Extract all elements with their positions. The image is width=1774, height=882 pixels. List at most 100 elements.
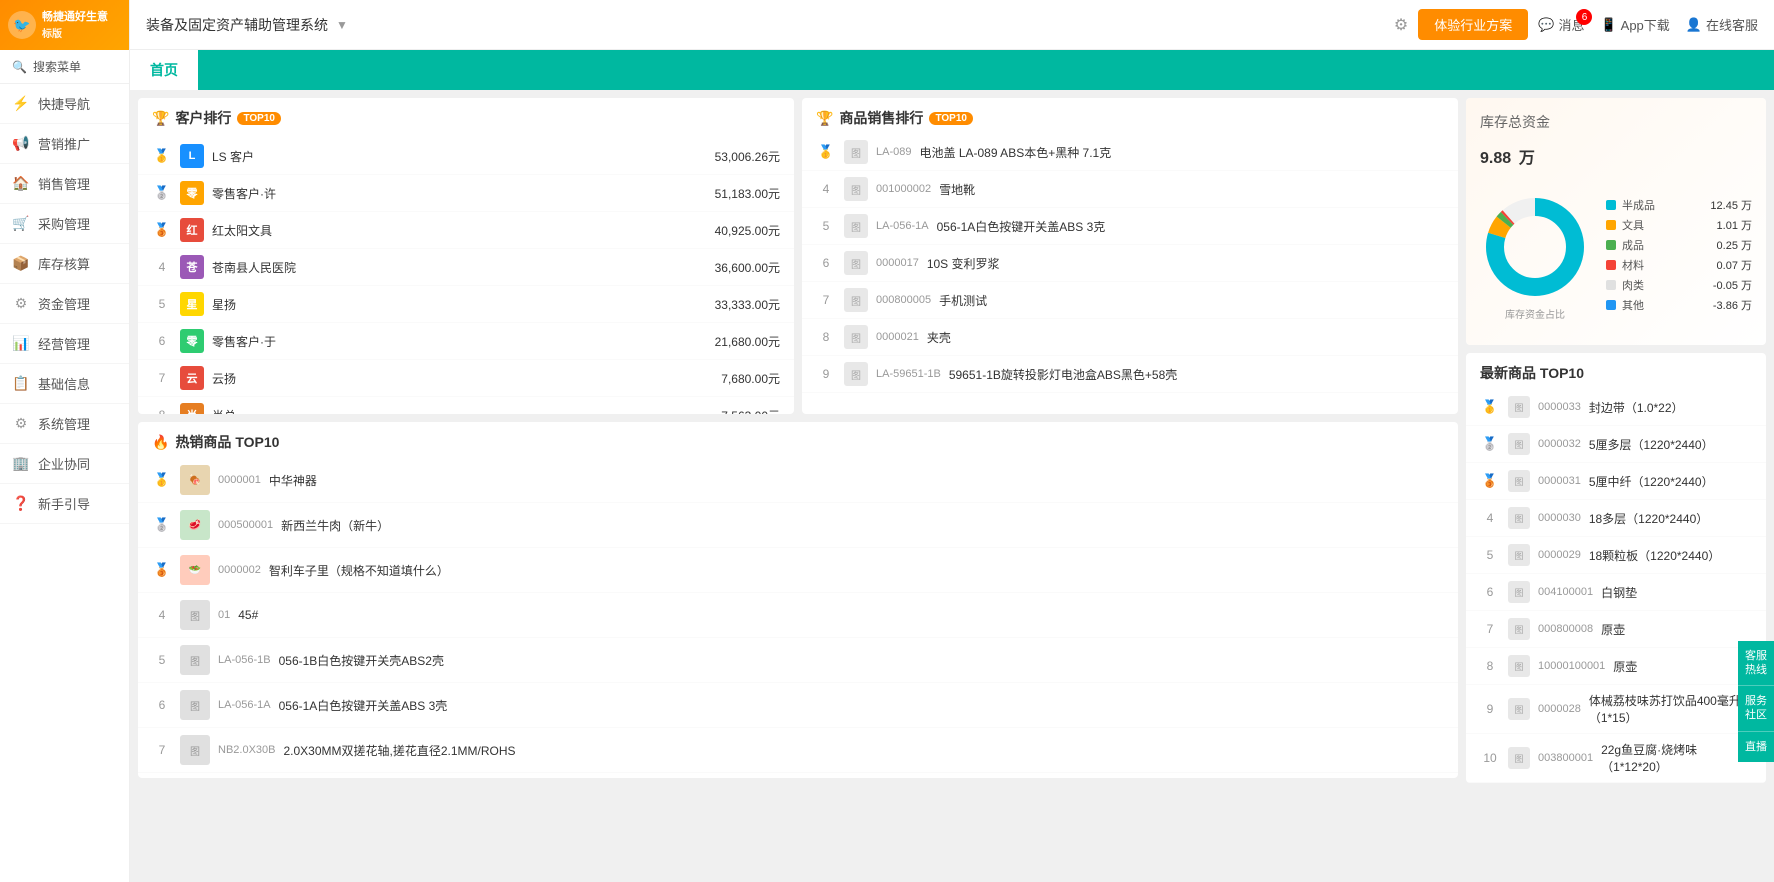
product-name: 封边带（1.0*22） bbox=[1589, 399, 1752, 416]
rank-number: 6 bbox=[152, 334, 172, 348]
sidebar-item-enterprise[interactable]: 🏢 企业协同 bbox=[0, 444, 129, 484]
live-button[interactable]: 直播 bbox=[1738, 732, 1774, 762]
customer-service-button[interactable]: 客服热线 bbox=[1738, 641, 1774, 687]
system-title-text: 装备及固定资产辅助管理系统 bbox=[146, 15, 328, 35]
customer-amount: 33,333.00元 bbox=[715, 296, 780, 313]
rank-3-icon: 🥉 bbox=[152, 560, 172, 580]
product-name: 5厘多层（1220*2440） bbox=[1589, 436, 1752, 453]
hot-products-list: 🥇 🍖 0000001 中华神器 🥈 🥩 000500001 新西兰牛肉（新牛）… bbox=[138, 458, 1458, 778]
sidebar-item-quick-nav[interactable]: ⚡ 快捷导航 bbox=[0, 84, 129, 124]
rank-3-icon: 🥉 bbox=[1480, 471, 1500, 491]
sidebar-item-marketing[interactable]: 📢 营销推广 bbox=[0, 124, 129, 164]
product-image: 图 bbox=[844, 177, 868, 201]
rank-number: 9 bbox=[816, 367, 836, 381]
product-image: 🥩 bbox=[180, 510, 210, 540]
sidebar-item-label: 系统管理 bbox=[38, 414, 90, 433]
customer-name: 云扬 bbox=[212, 370, 713, 387]
legend-label: 材料 bbox=[1622, 257, 1644, 273]
tab-home[interactable]: 首页 bbox=[130, 50, 198, 90]
hot-products-title: 🔥 热销商品 TOP10 bbox=[138, 422, 1458, 458]
legend-item: 肉类 -0.05 万 bbox=[1606, 277, 1752, 293]
online-service-button[interactable]: 👤 在线客服 bbox=[1686, 15, 1758, 34]
legend-dot bbox=[1606, 220, 1616, 230]
table-row: 8 图 0000021 夹壳 bbox=[802, 319, 1458, 356]
sidebar-item-purchase[interactable]: 🛒 采购管理 bbox=[0, 204, 129, 244]
sidebar-item-finance[interactable]: ⚙ 资金管理 bbox=[0, 284, 129, 324]
legend-item: 半成品 12.45 万 bbox=[1606, 197, 1752, 213]
customer-ranking-label: 客户排行 bbox=[175, 108, 231, 128]
sidebar: 🐦 畅捷通好生意 标版 🔍 搜索菜单 ⚡ 快捷导航 📢 营销推广 🏠 销售管理 … bbox=[0, 0, 130, 882]
customer-amount: 7,563.00元 bbox=[721, 407, 780, 415]
sidebar-item-system[interactable]: ⚙ 系统管理 bbox=[0, 404, 129, 444]
settings-icon[interactable]: ⚙ bbox=[1394, 15, 1408, 35]
table-row: 4 图 001000002 雪地靴 bbox=[802, 171, 1458, 208]
product-image: 图 bbox=[180, 645, 210, 675]
operation-icon: 📊 bbox=[12, 335, 30, 353]
list-item: 🥈 图 0000032 5厘多层（1220*2440） bbox=[1466, 426, 1766, 463]
quick-nav-icon: ⚡ bbox=[12, 95, 30, 113]
product-name: 夹壳 bbox=[927, 329, 1444, 346]
avatar: 星 bbox=[180, 292, 204, 316]
sidebar-item-sales[interactable]: 🏠 销售管理 bbox=[0, 164, 129, 204]
avatar: 苍 bbox=[180, 255, 204, 279]
rank-number: 7 bbox=[152, 371, 172, 385]
product-code: 10000100001 bbox=[1538, 660, 1605, 672]
product-name: 智利车子里（规格不知道填什么） bbox=[269, 562, 1444, 579]
list-item: 8 图 10000100001 原壶 bbox=[1466, 648, 1766, 685]
search-menu[interactable]: 🔍 搜索菜单 bbox=[0, 50, 129, 84]
notification-badge: 6 bbox=[1576, 9, 1592, 25]
product-name: 新西兰牛肉（新牛） bbox=[281, 517, 1444, 534]
customer-amount: 40,925.00元 bbox=[715, 222, 780, 239]
product-image: 图 bbox=[1508, 433, 1530, 455]
sidebar-item-operation[interactable]: 📊 经营管理 bbox=[0, 324, 129, 364]
newbie-icon: ❓ bbox=[12, 495, 30, 513]
rank-2-medal: 🥈 bbox=[152, 183, 172, 203]
legend-value: 0.25 万 bbox=[1717, 237, 1752, 253]
app-download-button[interactable]: 📱 App下载 bbox=[1600, 15, 1669, 34]
product-image: 图 bbox=[1508, 507, 1530, 529]
sidebar-item-label: 快捷导航 bbox=[38, 94, 90, 113]
trophy-icon: 🏆 bbox=[816, 110, 833, 127]
product-image: 图 bbox=[180, 735, 210, 765]
product-name: 056-1A白色按键开关盖ABS 3克 bbox=[937, 218, 1444, 235]
table-row: 8 图 0000011 12070519-xs bbox=[138, 773, 1458, 778]
finance-icon: ⚙ bbox=[12, 295, 30, 313]
rank-number: 5 bbox=[152, 297, 172, 311]
main-area: 装备及固定资产辅助管理系统 ▼ ⚙ 体验行业方案 💬 消息 6 📱 App下载 … bbox=[130, 0, 1774, 882]
product-name: 手机测试 bbox=[939, 292, 1444, 309]
sidebar-item-basic-info[interactable]: 📋 基础信息 bbox=[0, 364, 129, 404]
rank-number: 4 bbox=[1480, 511, 1500, 525]
product-code: 0000001 bbox=[218, 474, 261, 486]
inventory-icon: 📦 bbox=[12, 255, 30, 273]
hot-products-label: 热销商品 TOP10 bbox=[175, 432, 279, 452]
inventory-panel: 库存总资金 9.88 万 bbox=[1466, 98, 1766, 345]
dropdown-arrow-icon[interactable]: ▼ bbox=[336, 18, 348, 32]
table-row: 🥇 L LS 客户 53,006.26元 bbox=[138, 138, 794, 175]
legend-dot bbox=[1606, 200, 1616, 210]
trial-button[interactable]: 体验行业方案 bbox=[1418, 9, 1528, 40]
product-image: 🥗 bbox=[180, 555, 210, 585]
product-image: 图 bbox=[844, 140, 868, 164]
legend-dot bbox=[1606, 260, 1616, 270]
legend-label: 肉类 bbox=[1622, 277, 1644, 293]
product-code: 0000028 bbox=[1538, 703, 1581, 715]
rank-number: 4 bbox=[816, 182, 836, 196]
product-image: 图 bbox=[844, 362, 868, 386]
product-sales-list: 🥇 图 LA-089 电池盖 LA-089 ABS本色+黑种 7.1克 4 图 … bbox=[802, 134, 1458, 393]
rank-number: 6 bbox=[816, 256, 836, 270]
product-name: 2.0X30MM双搓花轴,搓花直径2.1MM/ROHS bbox=[283, 742, 1444, 759]
enterprise-icon: 🏢 bbox=[12, 455, 30, 473]
sidebar-item-inventory[interactable]: 📦 库存核算 bbox=[0, 244, 129, 284]
product-top10-badge: TOP10 bbox=[929, 112, 973, 125]
legend-item: 文具 1.01 万 bbox=[1606, 217, 1752, 233]
avatar: 肖 bbox=[180, 403, 204, 414]
donut-chart bbox=[1480, 192, 1590, 302]
app-icon: 📱 bbox=[1600, 17, 1616, 33]
community-button[interactable]: 服务社区 bbox=[1738, 686, 1774, 732]
notifications-button[interactable]: 💬 消息 6 bbox=[1538, 15, 1584, 34]
inventory-summary: 库存总资金 9.88 万 bbox=[1466, 98, 1766, 345]
rank-1-medal: 🥇 bbox=[816, 142, 836, 162]
inventory-amount: 9.88 万 bbox=[1480, 138, 1752, 170]
sidebar-item-newbie[interactable]: ❓ 新手引导 bbox=[0, 484, 129, 524]
product-name: 体械荔枝味苏打饮品400毫升（1*15） bbox=[1589, 692, 1752, 726]
